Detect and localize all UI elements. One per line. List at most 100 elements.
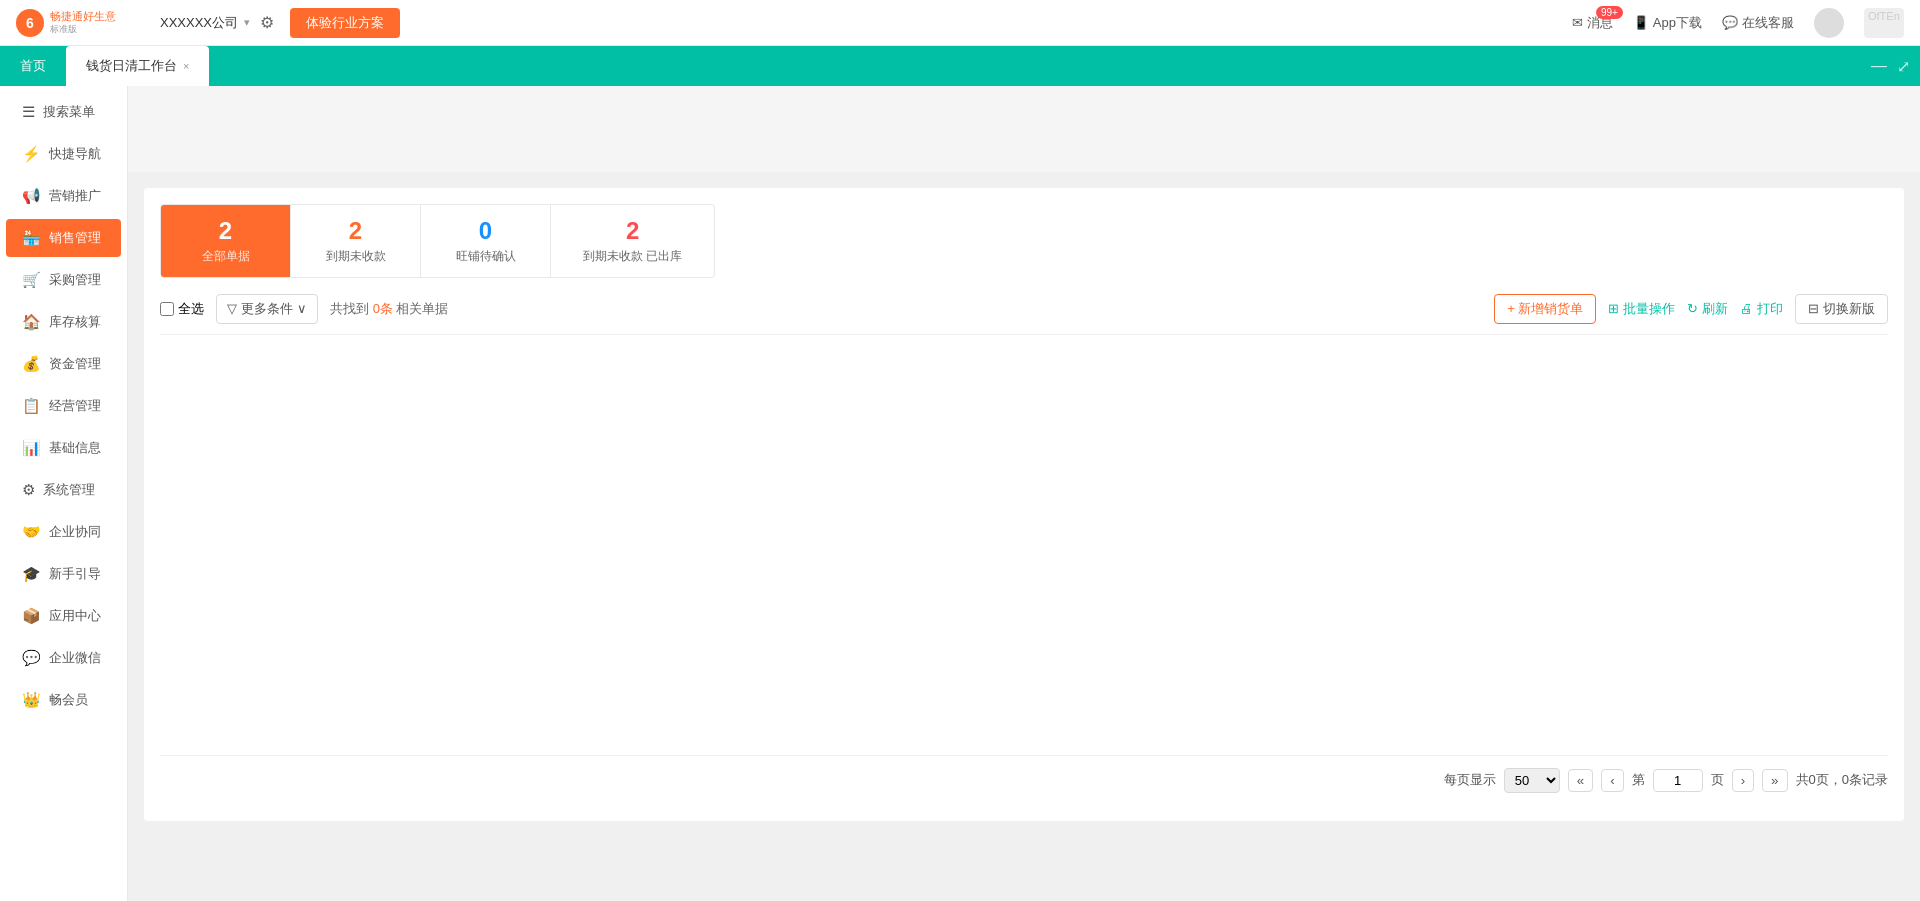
tab-home[interactable]: 首页 (0, 46, 66, 86)
sidebar-icon-beginner: 🎓 (22, 565, 41, 583)
sidebar-label-member: 畅会员 (49, 691, 88, 709)
tab-label: 钱货日清工作台 (86, 57, 177, 75)
stat-number-overdue-shipped: 2 (583, 217, 682, 246)
sidebar-icon-app-center: 📦 (22, 607, 41, 625)
sidebar-icon-basic-info: 📊 (22, 439, 41, 457)
sidebar-item-enterprise-wx[interactable]: 💬企业微信 (6, 639, 121, 677)
sidebar-item-finance[interactable]: 💰资金管理 (6, 345, 121, 383)
toolbar-right: + 新增销货单 ⊞ 批量操作 ↻ 刷新 🖨 打印 ⊟ 切换新版 (1494, 294, 1888, 324)
sidebar-item-marketing[interactable]: 📢营销推广 (6, 177, 121, 215)
stat-card-overdue-shipped[interactable]: 2 到期未收款 已出库 (551, 205, 714, 277)
next-page-btn[interactable]: › (1732, 769, 1754, 792)
sidebar-icon-purchase: 🛒 (22, 271, 41, 289)
sidebar-label-app-center: 应用中心 (49, 607, 101, 625)
batch-icon: ⊞ (1608, 301, 1619, 316)
avatar[interactable] (1814, 8, 1844, 38)
message-badge: 99+ (1596, 6, 1623, 19)
table-area (160, 347, 1888, 747)
switch-version-button[interactable]: ⊟ 切换新版 (1795, 294, 1888, 324)
stat-card-overdue[interactable]: 2到期未收款 (291, 205, 421, 277)
sidebar-item-enterprise-coop[interactable]: 🤝 企业协同 (6, 513, 121, 551)
first-page-btn[interactable]: « (1568, 769, 1593, 792)
app-download-btn[interactable]: 📱 App下载 (1633, 14, 1702, 32)
chevron-down-icon: ▾ (244, 16, 250, 29)
add-sale-button[interactable]: + 新增销货单 (1494, 294, 1596, 324)
prev-page-btn[interactable]: ‹ (1601, 769, 1623, 792)
sidebar-label-marketing: 营销推广 (49, 187, 101, 205)
company-name: XXXXXX公司 (160, 14, 238, 32)
top-right-area: ✉ 消息 99+ 📱 App下载 💬 在线客服 OfTEn (1572, 8, 1904, 38)
sidebar-label-sys-mgmt: 系统管理 (43, 481, 95, 499)
tab-active[interactable]: 钱货日清工作台 × (66, 46, 209, 86)
select-all-text: 全选 (178, 300, 204, 318)
sidebar-label-purchase: 采购管理 (49, 271, 101, 289)
sidebar-label-beginner: 新手引导 (49, 565, 101, 583)
sidebar-label-basic-info: 基础信息 (49, 439, 101, 457)
page-input[interactable] (1653, 769, 1703, 792)
sidebar-icon-inventory: 🏠 (22, 313, 41, 331)
logo-badge: 标准版 (50, 23, 116, 36)
per-page-select[interactable]: 50 100 200 (1504, 768, 1560, 793)
sidebar: ☰搜索菜单 ⚡快捷导航 📢营销推广 🏪销售管理 🛒 采购管理 🏠库存核算 💰资金管理 📋经营管理… (0, 86, 128, 901)
sidebar-item-purchase[interactable]: 🛒 采购管理 (6, 261, 121, 299)
logo-area: 6 畅捷通好生意 标准版 (16, 9, 144, 37)
sidebar-icon-quick-nav: ⚡ (22, 145, 41, 163)
filter-icon: ▽ (227, 301, 237, 316)
select-all-label[interactable]: 全选 (160, 300, 204, 318)
select-all-checkbox[interactable] (160, 302, 174, 316)
sidebar-item-sys-mgmt[interactable]: ⚙ 系统管理 (6, 471, 121, 509)
filter-button[interactable]: ▽ 更多条件 ∨ (216, 294, 318, 324)
settings-icon[interactable]: ⚙ (260, 13, 274, 32)
top-bar: 6 畅捷通好生意 标准版 XXXXXX公司 ▾ ⚙ 体验行业方案 ✉ 消息 99… (0, 0, 1920, 46)
stat-label-pending: 旺铺待确认 (453, 248, 518, 265)
message-btn[interactable]: ✉ 消息 99+ (1572, 14, 1613, 32)
sidebar-icon-sys-mgmt: ⚙ (22, 481, 35, 499)
stat-label-overdue: 到期未收款 (323, 248, 388, 265)
content-panel: 2全部单据2到期未收款0旺铺待确认2到期未收款 已出库 全选 ▽ 更多条件 ∨ … (144, 188, 1904, 821)
stat-number-pending: 0 (453, 217, 518, 246)
refresh-icon: ↻ (1687, 301, 1698, 316)
sidebar-icon-enterprise-wx: 💬 (22, 649, 41, 667)
sidebar-label-operations: 经营管理 (49, 397, 101, 415)
company-selector[interactable]: XXXXXX公司 ▾ (160, 14, 250, 32)
sidebar-label-enterprise-coop: 企业协同 (49, 523, 101, 541)
sidebar-item-basic-info[interactable]: 📊 基础信息 (6, 429, 121, 467)
expand-icon[interactable]: ⤢ (1897, 57, 1910, 76)
logo-icon: 6 (16, 9, 44, 37)
service-icon: 💬 (1722, 15, 1738, 30)
trial-button[interactable]: 体验行业方案 (290, 8, 400, 38)
stat-number-all: 2 (193, 217, 258, 246)
print-button[interactable]: 🖨 打印 (1740, 300, 1783, 318)
sidebar-item-search-menu[interactable]: ☰搜索菜单 (6, 93, 121, 131)
total-label: 共0页，0条记录 (1796, 771, 1888, 789)
stat-card-pending[interactable]: 0 旺铺待确认 (421, 205, 551, 277)
app-download-label: App下载 (1653, 14, 1702, 32)
tab-close-icon[interactable]: × (183, 60, 189, 72)
filter-label: 更多条件 (241, 300, 293, 318)
app-icon: 📱 (1633, 15, 1649, 30)
minimize-icon[interactable]: — (1871, 57, 1887, 75)
batch-op-button[interactable]: ⊞ 批量操作 (1608, 300, 1675, 318)
toolbar: 全选 ▽ 更多条件 ∨ 共找到 0条 相关单据 + 新增销货单 ⊞ 批量操作 ↻ (160, 294, 1888, 335)
online-service-btn[interactable]: 💬 在线客服 (1722, 14, 1794, 32)
nav-tabs: 首页 钱货日清工作台 × — ⤢ (0, 46, 1920, 86)
refresh-label: 刷新 (1702, 300, 1728, 318)
per-page-label: 每页显示 (1444, 771, 1496, 789)
switch-label: 切换新版 (1823, 301, 1875, 316)
stat-card-all[interactable]: 2全部单据 (161, 205, 291, 277)
sidebar-item-operations[interactable]: 📋经营管理 (6, 387, 121, 425)
sidebar-item-quick-nav[interactable]: ⚡快捷导航 (6, 135, 121, 173)
stat-label-overdue-shipped: 到期未收款 已出库 (583, 248, 682, 265)
logo-text: 畅捷通好生意 (50, 9, 116, 23)
print-label: 打印 (1757, 300, 1783, 318)
sidebar-icon-enterprise-coop: 🤝 (22, 523, 41, 541)
last-page-btn[interactable]: » (1762, 769, 1787, 792)
sidebar-item-member[interactable]: 👑畅会员 (6, 681, 121, 719)
pagination: 每页显示 50 100 200 « ‹ 第 页 › » 共0页，0条记录 (160, 755, 1888, 805)
sidebar-item-app-center[interactable]: 📦 应用中心 (6, 597, 121, 635)
sidebar-label-search-menu: 搜索菜单 (43, 103, 95, 121)
sidebar-item-sales[interactable]: 🏪销售管理 (6, 219, 121, 257)
refresh-button[interactable]: ↻ 刷新 (1687, 300, 1728, 318)
sidebar-item-inventory[interactable]: 🏠库存核算 (6, 303, 121, 341)
sidebar-item-beginner[interactable]: 🎓 新手引导 (6, 555, 121, 593)
